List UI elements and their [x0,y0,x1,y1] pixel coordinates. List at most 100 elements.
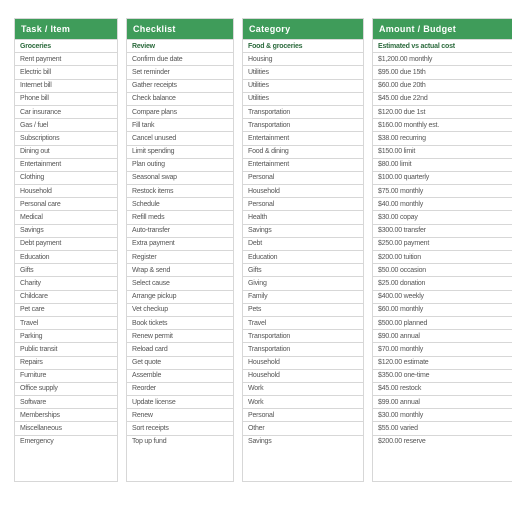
list-item: $30.00 copay [373,210,512,223]
list-item: Personal care [15,197,117,210]
list-item: Review [127,39,233,52]
column-rows: ReviewConfirm due dateSet reminderGather… [127,39,233,448]
list-item: Charity [15,276,117,289]
list-item: Pets [243,303,363,316]
list-item: Miscellaneous [15,421,117,434]
column-header: Checklist [127,19,233,39]
list-item: Transportation [243,118,363,131]
list-item: Set reminder [127,65,233,78]
list-item: $45.00 restock [373,382,512,395]
list-item: $120.00 due 1st [373,105,512,118]
list-item: Vet checkup [127,303,233,316]
list-item: Software [15,395,117,408]
list-item: Savings [15,224,117,237]
list-item: Utilities [243,65,363,78]
list-item: Cancel unused [127,131,233,144]
column-tasks: Task / Item GroceriesRent paymentElectri… [14,18,118,482]
list-item: Fill tank [127,118,233,131]
list-item: Transportation [243,329,363,342]
list-item: Entertainment [15,158,117,171]
list-item: $90.00 annual [373,329,512,342]
list-item: $160.00 monthly est. [373,118,512,131]
list-item: Debt [243,237,363,250]
list-item: Renew permit [127,329,233,342]
column-rows: Food & groceriesHousingUtilitiesUtilitie… [243,39,363,448]
list-item: Utilities [243,92,363,105]
list-item: Electric bill [15,65,117,78]
column-rows: GroceriesRent paymentElectric billIntern… [15,39,117,448]
list-item: Debt payment [15,237,117,250]
list-item: $70.00 monthly [373,342,512,355]
list-item: $300.00 transfer [373,224,512,237]
list-item: Top up fund [127,435,233,448]
list-item: Personal [243,408,363,421]
list-item: Compare plans [127,105,233,118]
list-item: $60.00 due 20th [373,79,512,92]
list-item: Savings [243,435,363,448]
column-header: Task / Item [15,19,117,39]
list-item: Groceries [15,39,117,52]
list-item: Rent payment [15,52,117,65]
list-item: Health [243,210,363,223]
list-item: $200.00 reserve [373,435,512,448]
list-item: Family [243,290,363,303]
list-item: Assemble [127,369,233,382]
list-item: Arrange pickup [127,290,233,303]
list-item: Get quote [127,356,233,369]
list-item: $500.00 planned [373,316,512,329]
list-item: $60.00 monthly [373,303,512,316]
list-item: $150.00 limit [373,145,512,158]
list-item: Internet bill [15,79,117,92]
list-item: Pet care [15,303,117,316]
list-item: Emergency [15,435,117,448]
list-item: $25.00 donation [373,276,512,289]
list-item: Memberships [15,408,117,421]
list-item: Refill meds [127,210,233,223]
list-item: Utilities [243,79,363,92]
list-item: $55.00 varied [373,421,512,434]
list-item: Medical [15,210,117,223]
list-item: Limit spending [127,145,233,158]
column-rows: Estimated vs actual cost$1,200.00 monthl… [373,39,512,448]
list-item: Restock items [127,184,233,197]
list-item: Reload card [127,342,233,355]
list-item: Education [15,250,117,263]
list-item: $200.00 tuition [373,250,512,263]
list-item: Extra payment [127,237,233,250]
list-item: $30.00 monthly [373,408,512,421]
list-item: Schedule [127,197,233,210]
list-item: Update license [127,395,233,408]
list-item: Check balance [127,92,233,105]
list-item: Entertainment [243,131,363,144]
column-category: Category Food & groceriesHousingUtilitie… [242,18,364,482]
list-item: $99.00 annual [373,395,512,408]
list-item: Travel [243,316,363,329]
list-item: Car insurance [15,105,117,118]
list-item: $350.00 one-time [373,369,512,382]
column-amount: Amount / Budget Estimated vs actual cost… [372,18,512,482]
list-item: $1,200.00 monthly [373,52,512,65]
list-item: Childcare [15,290,117,303]
list-item: Book tickets [127,316,233,329]
list-item: Household [243,356,363,369]
list-item: Personal [243,197,363,210]
list-item: Parking [15,329,117,342]
list-item: Auto-transfer [127,224,233,237]
list-item: Estimated vs actual cost [373,39,512,52]
list-item: $95.00 due 15th [373,65,512,78]
list-item: Giving [243,276,363,289]
list-item: Public transit [15,342,117,355]
list-item: Work [243,382,363,395]
list-item: $75.00 monthly [373,184,512,197]
list-item: Plan outing [127,158,233,171]
list-item: Reorder [127,382,233,395]
column-checklist: Checklist ReviewConfirm due dateSet remi… [126,18,234,482]
list-item: Gas / fuel [15,118,117,131]
list-item: Personal [243,171,363,184]
list-item: $38.00 recurring [373,131,512,144]
list-item: Household [243,184,363,197]
list-item: Savings [243,224,363,237]
list-item: Transportation [243,105,363,118]
list-item: Repairs [15,356,117,369]
list-item: Confirm due date [127,52,233,65]
